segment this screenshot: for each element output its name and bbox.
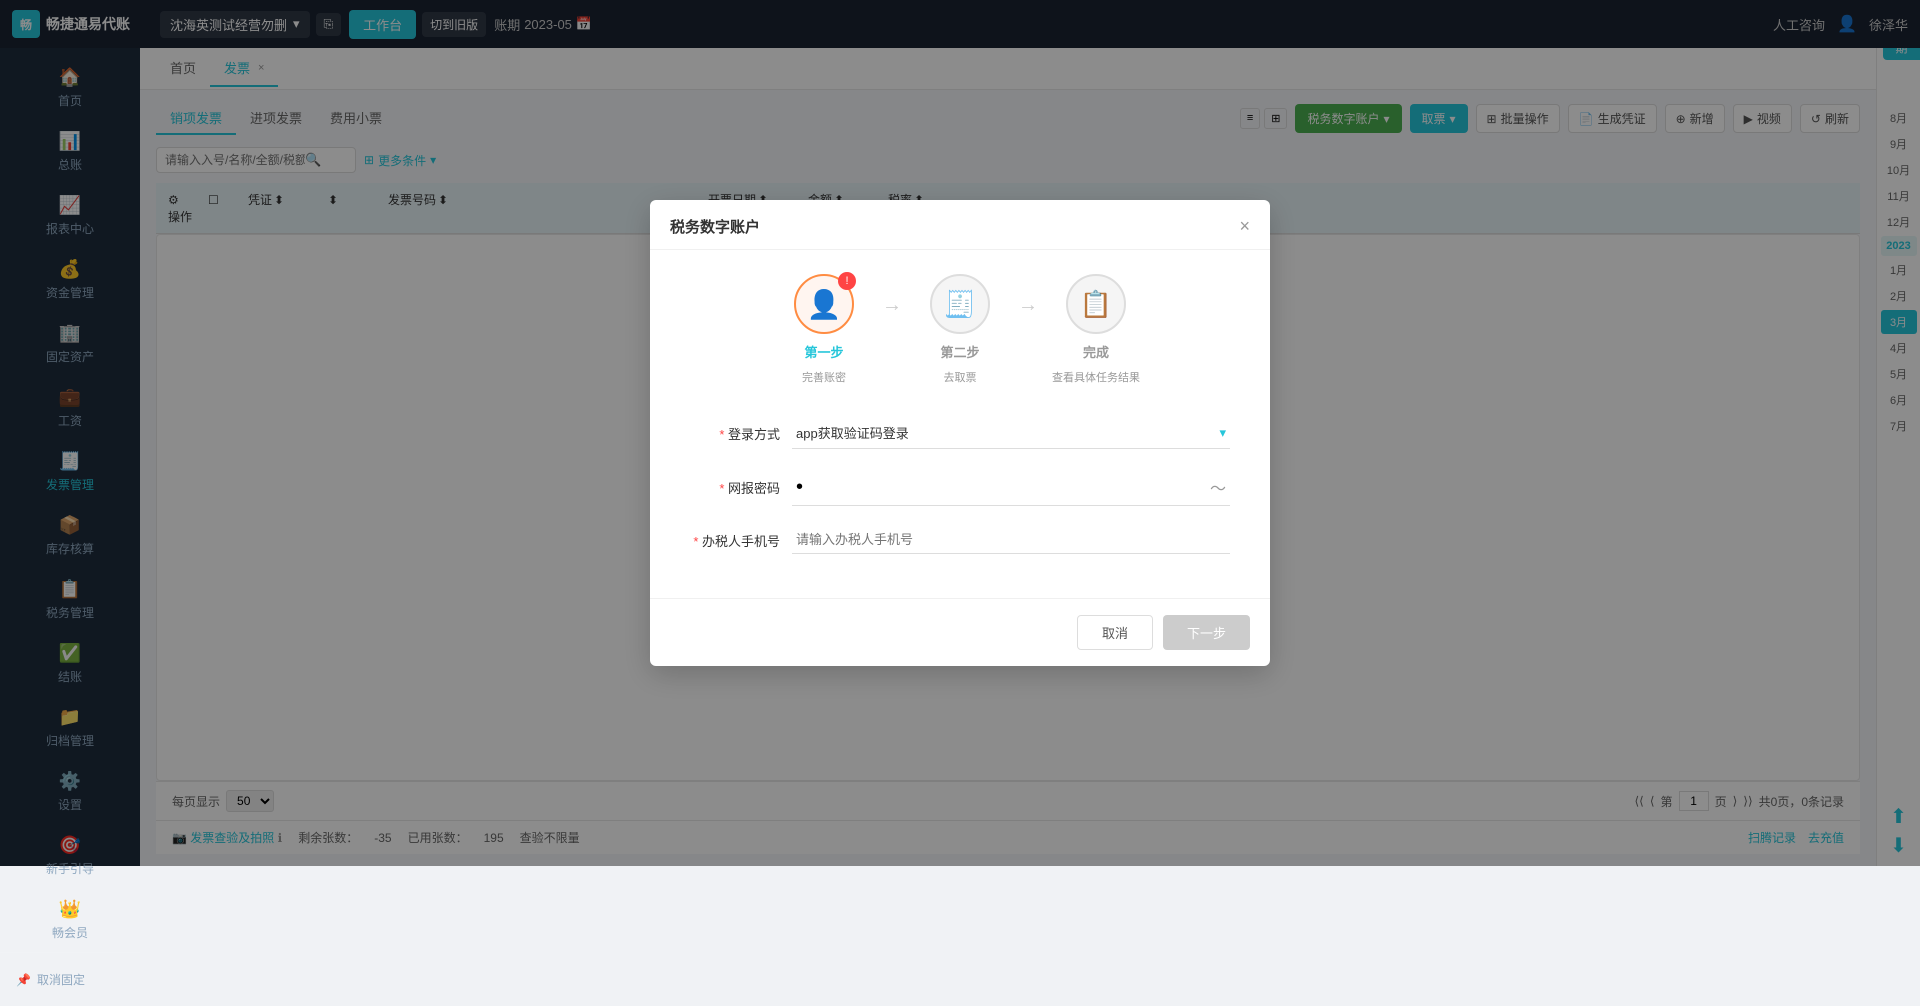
modal-overlay[interactable]: 税务数字账户 × 👤 ! 第一步 完善账密 → xyxy=(0,0,1920,866)
tax-digital-modal: 税务数字账户 × 👤 ! 第一步 完善账密 → xyxy=(650,200,1270,666)
login-method-label: * 登录方式 xyxy=(690,424,780,443)
step-2-label: 第二步 xyxy=(940,342,979,361)
eye-toggle-icon[interactable]: 〜 xyxy=(1210,475,1226,499)
step-3-label: 完成 xyxy=(1083,342,1109,361)
step-1-label: 第一步 xyxy=(804,342,843,361)
form-password: * 网报密码 〜 xyxy=(690,469,1230,506)
step-2-desc: 去取票 xyxy=(944,369,977,385)
step-1-badge: ! xyxy=(838,272,856,290)
modal-body: 👤 ! 第一步 完善账密 → 🧾 第二步 去取票 → xyxy=(650,250,1270,598)
step-1-desc: 完善账密 xyxy=(802,369,846,385)
step-1-icon: 👤 ! xyxy=(794,274,854,334)
form-phone: * 办税人手机号 xyxy=(690,526,1230,554)
step-arrow-2: → xyxy=(1010,274,1046,317)
login-method-select[interactable]: app获取验证码登录 ▾ xyxy=(792,417,1230,449)
modal-title: 税务数字账户 xyxy=(670,216,760,237)
step-3-desc: 查看具体任务结果 xyxy=(1052,369,1140,385)
phone-input[interactable] xyxy=(792,526,1230,554)
step-3-complete-icon: 📋 xyxy=(1080,289,1112,320)
select-arrow-icon: ▾ xyxy=(1219,425,1226,441)
next-button[interactable]: 下一步 xyxy=(1163,615,1250,650)
password-wrap: 〜 xyxy=(792,469,1230,506)
form-login-method: * 登录方式 app获取验证码登录 ▾ xyxy=(690,417,1230,449)
login-required-star: * xyxy=(719,427,724,442)
password-required-star: * xyxy=(719,481,724,496)
cancel-button[interactable]: 取消 xyxy=(1077,615,1153,650)
phone-required-star: * xyxy=(693,534,698,549)
pin-icon: 📌 xyxy=(16,973,31,987)
step-3-icon: 📋 xyxy=(1066,274,1126,334)
modal-close-button[interactable]: × xyxy=(1239,216,1250,237)
login-method-value: app获取验证码登录 xyxy=(796,423,909,442)
phone-label: * 办税人手机号 xyxy=(690,531,780,550)
sidebar-label-member: 畅会员 xyxy=(52,924,88,941)
modal-header: 税务数字账户 × xyxy=(650,200,1270,250)
password-input[interactable] xyxy=(796,476,1210,499)
password-label: * 网报密码 xyxy=(690,478,780,497)
sidebar-item-member[interactable]: 👑 畅会员 xyxy=(8,889,132,951)
step-3: 📋 完成 查看具体任务结果 xyxy=(1046,274,1146,385)
steps: 👤 ! 第一步 完善账密 → 🧾 第二步 去取票 → xyxy=(690,274,1230,385)
unpin-label: 取消固定 xyxy=(37,971,85,988)
step-arrow-1: → xyxy=(874,274,910,317)
step-2-icon: 🧾 xyxy=(930,274,990,334)
sidebar-bottom: 📌 取消固定 xyxy=(0,952,140,1006)
step-1-avatar-icon: 👤 xyxy=(807,288,842,321)
step-1: 👤 ! 第一步 完善账密 xyxy=(774,274,874,385)
member-icon: 👑 xyxy=(59,899,81,920)
step-2-invoice-icon: 🧾 xyxy=(944,289,976,320)
modal-footer: 取消 下一步 xyxy=(650,598,1270,666)
step-2: 🧾 第二步 去取票 xyxy=(910,274,1010,385)
unpin-button[interactable]: 📌 取消固定 xyxy=(0,963,140,996)
